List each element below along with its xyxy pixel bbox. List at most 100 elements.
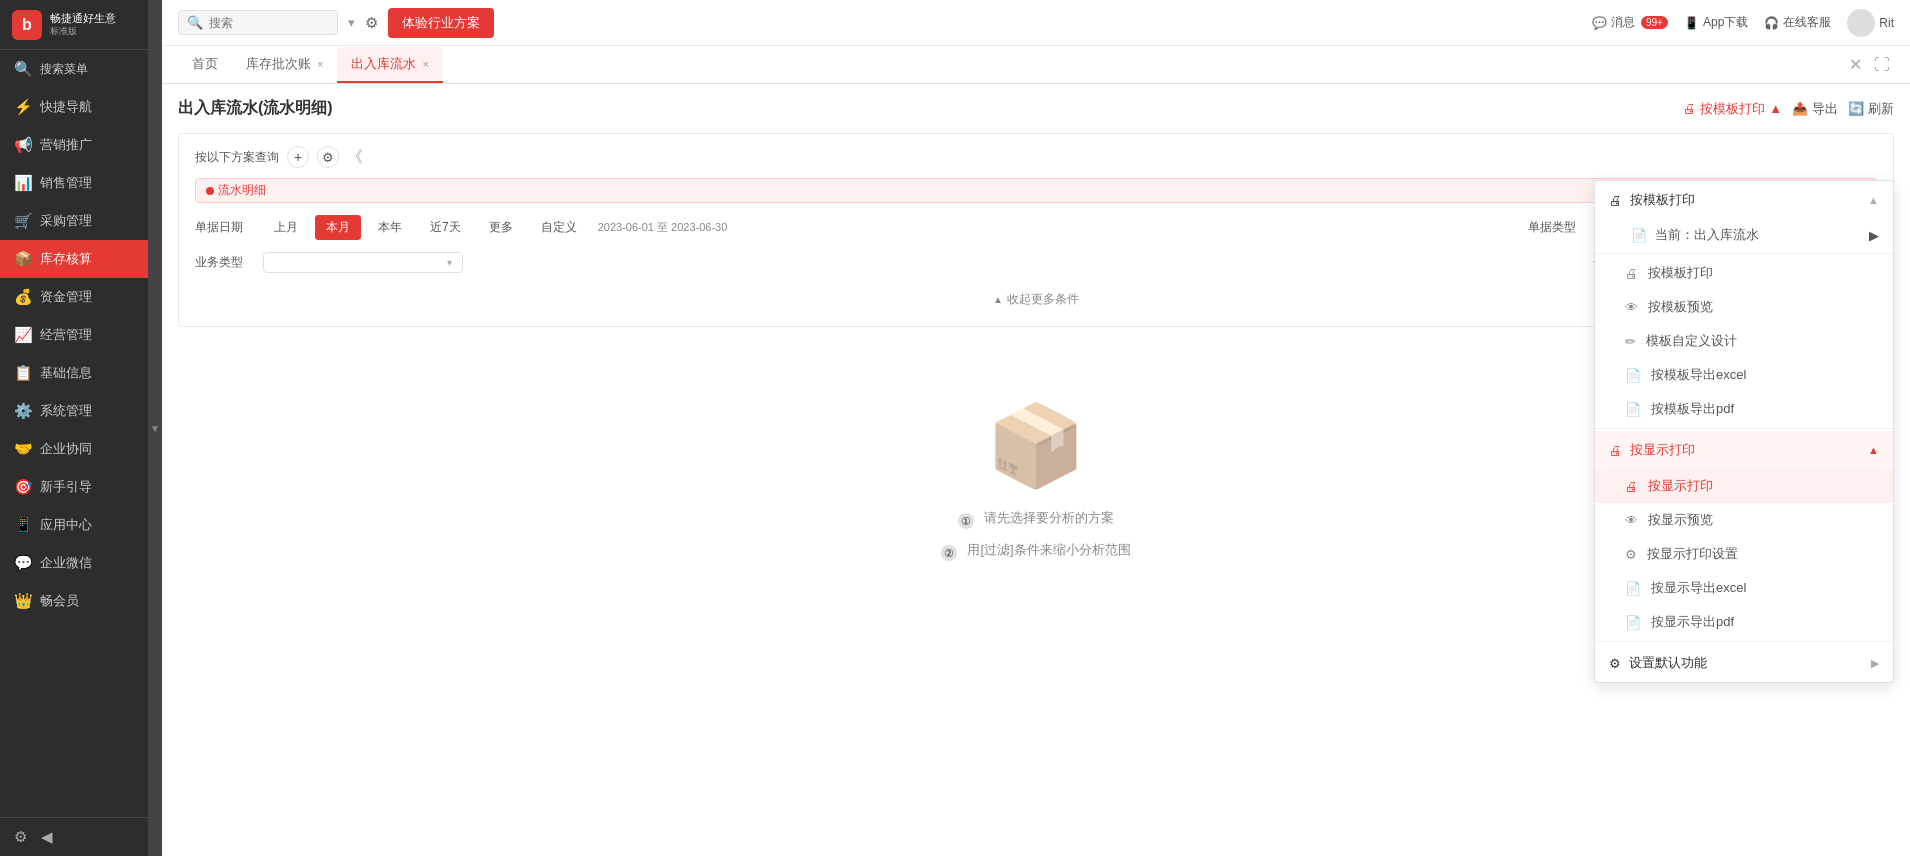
display-print-icon: 🖨	[1609, 443, 1622, 458]
item-display-pdf-label: 按显示导出pdf	[1651, 613, 1734, 631]
empty-hint-1: 请先选择要分析的方案	[984, 509, 1114, 527]
sidebar-item-basic[interactable]: 📋 基础信息	[0, 354, 148, 392]
filter-collapse-icon[interactable]: 《	[347, 147, 363, 168]
display-print-icon: 🖨	[1625, 479, 1638, 494]
collapse-sidebar-icon[interactable]: ◀	[41, 828, 53, 846]
sidebar-item-shortcut[interactable]: ⚡ 快捷导航	[0, 88, 148, 126]
messages-btn[interactable]: 💬 消息 99+	[1592, 14, 1668, 31]
tab-batch-label: 库存批次账	[246, 55, 311, 73]
default-func-item[interactable]: ⚙ 设置默认功能 ▶	[1595, 644, 1893, 682]
header-gear-icon[interactable]: ⚙	[365, 14, 378, 32]
nav-label: 销售管理	[40, 174, 92, 192]
app-download-btn[interactable]: 📱 App下载	[1684, 14, 1748, 31]
page-content: 出入库流水(流水明细) 🖨 按模板打印 ▲ 📤 导出 🔄 刷新	[162, 84, 1910, 856]
tab-flow[interactable]: 出入库流水 ×	[337, 47, 442, 83]
user-area[interactable]: Rit	[1847, 9, 1894, 37]
dropdown-item-template-print[interactable]: 🖨 按模板打印	[1595, 256, 1893, 290]
industry-btn[interactable]: 体验行业方案	[388, 8, 494, 38]
display-settings-icon: ⚙	[1625, 547, 1637, 562]
basic-icon: 📋	[14, 364, 32, 382]
template-print-section-header[interactable]: 🖨 按模板打印 ▲	[1595, 181, 1893, 219]
current-arrow: ▶	[1869, 228, 1879, 243]
app-name: 畅捷通好生意	[50, 11, 116, 25]
item-template-print-label: 按模板打印	[1648, 264, 1713, 282]
tab-home-label: 首页	[192, 55, 218, 73]
refresh-btn[interactable]: 🔄 刷新	[1848, 100, 1894, 118]
header-search-box[interactable]: 🔍	[178, 10, 338, 35]
search-chevron-icon[interactable]: ▾	[348, 15, 355, 30]
nav-label: 采购管理	[40, 212, 92, 230]
dropdown-item-template-preview[interactable]: 👁 按模板预览	[1595, 290, 1893, 324]
sidebar-item-inventory[interactable]: 📦 库存核算	[0, 240, 148, 278]
sidebar-item-system[interactable]: ⚙️ 系统管理	[0, 392, 148, 430]
export-btn[interactable]: 📤 导出	[1792, 100, 1838, 118]
sidebar-item-sales[interactable]: 📊 销售管理	[0, 164, 148, 202]
tab-batch-close[interactable]: ×	[317, 58, 323, 70]
sidebar-item-guide[interactable]: 🎯 新手引导	[0, 468, 148, 506]
logo-icon: b	[12, 10, 42, 40]
sidebar-item-purchase[interactable]: 🛒 采购管理	[0, 202, 148, 240]
date-range-display: 2023-06-01 至 2023-06-30	[598, 220, 728, 235]
empty-illustration: 📦	[986, 399, 1086, 493]
current-template-item[interactable]: 📄 当前：出入库流水 ▶	[1595, 219, 1893, 251]
divider-2	[1595, 428, 1893, 429]
date-tag-more[interactable]: 更多	[478, 215, 524, 240]
empty-hint-1-row: ① 请先选择要分析的方案	[958, 509, 1114, 533]
online-service-btn[interactable]: 🎧 在线客服	[1764, 14, 1831, 31]
sidebar-item-operation[interactable]: 📈 经营管理	[0, 316, 148, 354]
filter-settings-button[interactable]: ⚙	[317, 146, 339, 168]
settings-icon[interactable]: ⚙	[14, 828, 27, 846]
date-tag-this-year[interactable]: 本年	[367, 215, 413, 240]
display-print-section-header[interactable]: 🖨 按显示打印 ▲	[1595, 431, 1893, 469]
dropdown-item-template-design[interactable]: ✏ 模板自定义设计	[1595, 324, 1893, 358]
nav-label: 快捷导航	[40, 98, 92, 116]
item-template-design-label: 模板自定义设计	[1646, 332, 1737, 350]
template-print-icon: 🖨	[1609, 193, 1622, 208]
collab-icon: 🤝	[14, 440, 32, 458]
sidebar-item-apps[interactable]: 📱 应用中心	[0, 506, 148, 544]
sidebar-item-member[interactable]: 👑 畅会员	[0, 582, 148, 620]
filter-add-button[interactable]: +	[287, 146, 309, 168]
dropdown-panel: 🖨 按模板打印 ▲ 📄 当前：出入库流水 ▶ 🖨 按模板打印 👁	[1594, 180, 1894, 683]
refresh-icon: 🔄	[1848, 101, 1864, 116]
dropdown-item-template-pdf[interactable]: 📄 按模板导出pdf	[1595, 392, 1893, 426]
dropdown-item-display-excel[interactable]: 📄 按显示导出excel	[1595, 571, 1893, 605]
item-template-pdf-label: 按模板导出pdf	[1651, 400, 1734, 418]
search-input[interactable]	[209, 16, 329, 30]
date-tag-7days[interactable]: 近7天	[419, 215, 472, 240]
nav-label: 基础信息	[40, 364, 92, 382]
dropdown-item-display-preview[interactable]: 👁 按显示预览	[1595, 503, 1893, 537]
sidebar-scroll[interactable]: ▼	[148, 0, 162, 856]
tabs-close-all-icon[interactable]: ✕	[1845, 51, 1866, 78]
date-tag-last-month[interactable]: 上月	[263, 215, 309, 240]
template-print-section-label: 按模板打印	[1630, 191, 1695, 209]
page-title: 出入库流水(流水明细)	[178, 98, 333, 119]
tab-home[interactable]: 首页	[178, 47, 232, 83]
default-func-arrow: ▶	[1871, 657, 1879, 670]
tab-batch[interactable]: 库存批次账 ×	[232, 47, 337, 83]
sidebar-item-wechat[interactable]: 💬 企业微信	[0, 544, 148, 582]
sidebar-item-marketing[interactable]: 📢 营销推广	[0, 126, 148, 164]
dropdown-item-display-pdf[interactable]: 📄 按显示导出pdf	[1595, 605, 1893, 639]
date-tag-custom[interactable]: 自定义	[530, 215, 588, 240]
sidebar-item-collab[interactable]: 🤝 企业协同	[0, 430, 148, 468]
dropdown-item-display-settings[interactable]: ⚙ 按显示打印设置	[1595, 537, 1893, 571]
message-icon: 💬	[1592, 16, 1607, 30]
template-print-section-title: 🖨 按模板打印	[1609, 191, 1695, 209]
dropdown-item-template-excel[interactable]: 📄 按模板导出excel	[1595, 358, 1893, 392]
sidebar-item-search[interactable]: 🔍 搜索菜单	[0, 50, 148, 88]
biz-type-select[interactable]: ▾	[263, 252, 463, 273]
template-print-btn[interactable]: 🖨 按模板打印 ▲	[1683, 100, 1782, 118]
divider-1	[1595, 253, 1893, 254]
dropdown-item-display-print[interactable]: 🖨 按显示打印	[1595, 469, 1893, 503]
default-func-label: 设置默认功能	[1629, 654, 1707, 672]
date-tag-this-month[interactable]: 本月	[315, 215, 361, 240]
tabs-bar: 首页 库存批次账 × 出入库流水 × ✕ ⛶	[162, 46, 1910, 84]
tab-flow-close[interactable]: ×	[422, 58, 428, 70]
page-actions: 🖨 按模板打印 ▲ 📤 导出 🔄 刷新	[1683, 100, 1894, 118]
item-pdf-icon: 📄	[1625, 402, 1641, 417]
sidebar-item-finance[interactable]: 💰 资金管理	[0, 278, 148, 316]
tabs-expand-icon[interactable]: ⛶	[1870, 52, 1894, 78]
default-func-icon: ⚙	[1609, 656, 1621, 671]
display-excel-icon: 📄	[1625, 581, 1641, 596]
